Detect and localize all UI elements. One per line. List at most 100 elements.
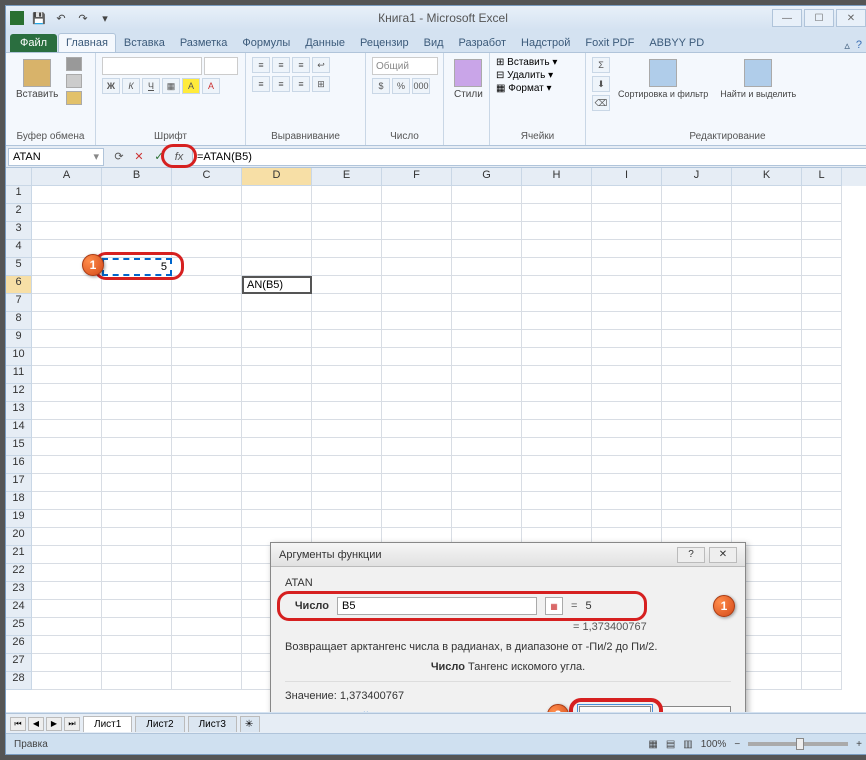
row-header[interactable]: 14 <box>6 420 32 438</box>
cell[interactable] <box>522 330 592 348</box>
cell[interactable] <box>312 402 382 420</box>
cell[interactable] <box>802 600 842 618</box>
row-header[interactable]: 8 <box>6 312 32 330</box>
row-header[interactable]: 5 <box>6 258 32 276</box>
cell[interactable] <box>32 654 102 672</box>
cell[interactable] <box>522 294 592 312</box>
cell[interactable] <box>522 276 592 294</box>
cell[interactable] <box>592 222 662 240</box>
cell[interactable] <box>802 276 842 294</box>
cell[interactable] <box>592 510 662 528</box>
merge-icon[interactable]: ⊞ <box>312 76 330 92</box>
cell[interactable] <box>802 636 842 654</box>
cell[interactable] <box>382 222 452 240</box>
cell[interactable] <box>172 564 242 582</box>
cell[interactable] <box>592 312 662 330</box>
sheet-nav-next[interactable]: ▶ <box>46 717 62 731</box>
cell[interactable] <box>732 510 802 528</box>
cell[interactable] <box>32 438 102 456</box>
cell[interactable] <box>242 492 312 510</box>
cell[interactable] <box>592 366 662 384</box>
cell[interactable] <box>732 402 802 420</box>
cell[interactable] <box>802 456 842 474</box>
cell[interactable] <box>242 186 312 204</box>
cell[interactable] <box>662 240 732 258</box>
sort-filter-button[interactable]: Сортировка и фильтр <box>614 57 712 128</box>
cell[interactable] <box>662 474 732 492</box>
cell[interactable] <box>32 276 102 294</box>
cell[interactable] <box>382 492 452 510</box>
cell[interactable] <box>452 222 522 240</box>
cell[interactable] <box>802 348 842 366</box>
cell[interactable] <box>452 294 522 312</box>
redo-icon[interactable]: ↷ <box>74 9 92 27</box>
cell[interactable] <box>732 474 802 492</box>
cell[interactable] <box>102 348 172 366</box>
fill-icon[interactable]: ⬇ <box>592 76 610 92</box>
row-header[interactable]: 22 <box>6 564 32 582</box>
tab-review[interactable]: Рецензир <box>353 34 416 52</box>
cell[interactable] <box>102 546 172 564</box>
cell[interactable] <box>592 348 662 366</box>
cell[interactable] <box>102 636 172 654</box>
cell[interactable] <box>312 330 382 348</box>
cell[interactable] <box>662 348 732 366</box>
find-select-button[interactable]: Найти и выделить <box>716 57 800 128</box>
cell[interactable] <box>592 204 662 222</box>
cell[interactable] <box>732 204 802 222</box>
cell[interactable] <box>802 510 842 528</box>
cell[interactable] <box>382 276 452 294</box>
view-pagebreak-icon[interactable]: ▥ <box>683 739 692 750</box>
cell[interactable] <box>592 276 662 294</box>
cell[interactable] <box>802 330 842 348</box>
col-header[interactable]: J <box>662 168 732 186</box>
tab-foxit[interactable]: Foxit PDF <box>578 34 641 52</box>
cell[interactable] <box>452 456 522 474</box>
cell[interactable] <box>662 492 732 510</box>
cancel-button[interactable]: Отмена <box>659 706 731 712</box>
cell[interactable] <box>522 204 592 222</box>
minimize-button[interactable]: — <box>772 9 802 27</box>
cell[interactable] <box>172 618 242 636</box>
cell[interactable] <box>102 672 172 690</box>
cell[interactable] <box>32 420 102 438</box>
cell[interactable] <box>102 240 172 258</box>
arg-input[interactable] <box>337 597 537 615</box>
col-header[interactable]: B <box>102 168 172 186</box>
cell[interactable] <box>452 384 522 402</box>
cell[interactable] <box>102 492 172 510</box>
save-icon[interactable]: 💾 <box>30 9 48 27</box>
tab-abbyy[interactable]: ABBYY PD <box>642 34 711 52</box>
cell[interactable] <box>802 366 842 384</box>
cell[interactable] <box>452 402 522 420</box>
cell[interactable] <box>382 402 452 420</box>
cell[interactable] <box>32 474 102 492</box>
cell[interactable] <box>242 222 312 240</box>
cell[interactable] <box>732 348 802 366</box>
cell[interactable] <box>732 384 802 402</box>
cell[interactable] <box>242 510 312 528</box>
cell[interactable] <box>732 492 802 510</box>
qat-dropdown-icon[interactable]: ▾ <box>96 9 114 27</box>
cell[interactable] <box>32 510 102 528</box>
cell[interactable] <box>172 438 242 456</box>
cell[interactable] <box>802 240 842 258</box>
tab-formulas[interactable]: Формулы <box>235 34 297 52</box>
tab-addins[interactable]: Надстрой <box>514 34 577 52</box>
align-right-icon[interactable]: ≡ <box>292 76 310 92</box>
view-layout-icon[interactable]: ▤ <box>666 739 675 750</box>
row-header[interactable]: 26 <box>6 636 32 654</box>
row-header[interactable]: 3 <box>6 222 32 240</box>
cell[interactable] <box>172 528 242 546</box>
font-name-input[interactable] <box>102 57 202 75</box>
cell[interactable] <box>32 186 102 204</box>
cell[interactable] <box>242 204 312 222</box>
cell[interactable] <box>172 222 242 240</box>
cell[interactable] <box>172 546 242 564</box>
cell[interactable] <box>242 240 312 258</box>
cell[interactable] <box>312 492 382 510</box>
cell[interactable] <box>732 456 802 474</box>
cell[interactable] <box>172 600 242 618</box>
cell[interactable] <box>592 240 662 258</box>
cell[interactable] <box>522 492 592 510</box>
